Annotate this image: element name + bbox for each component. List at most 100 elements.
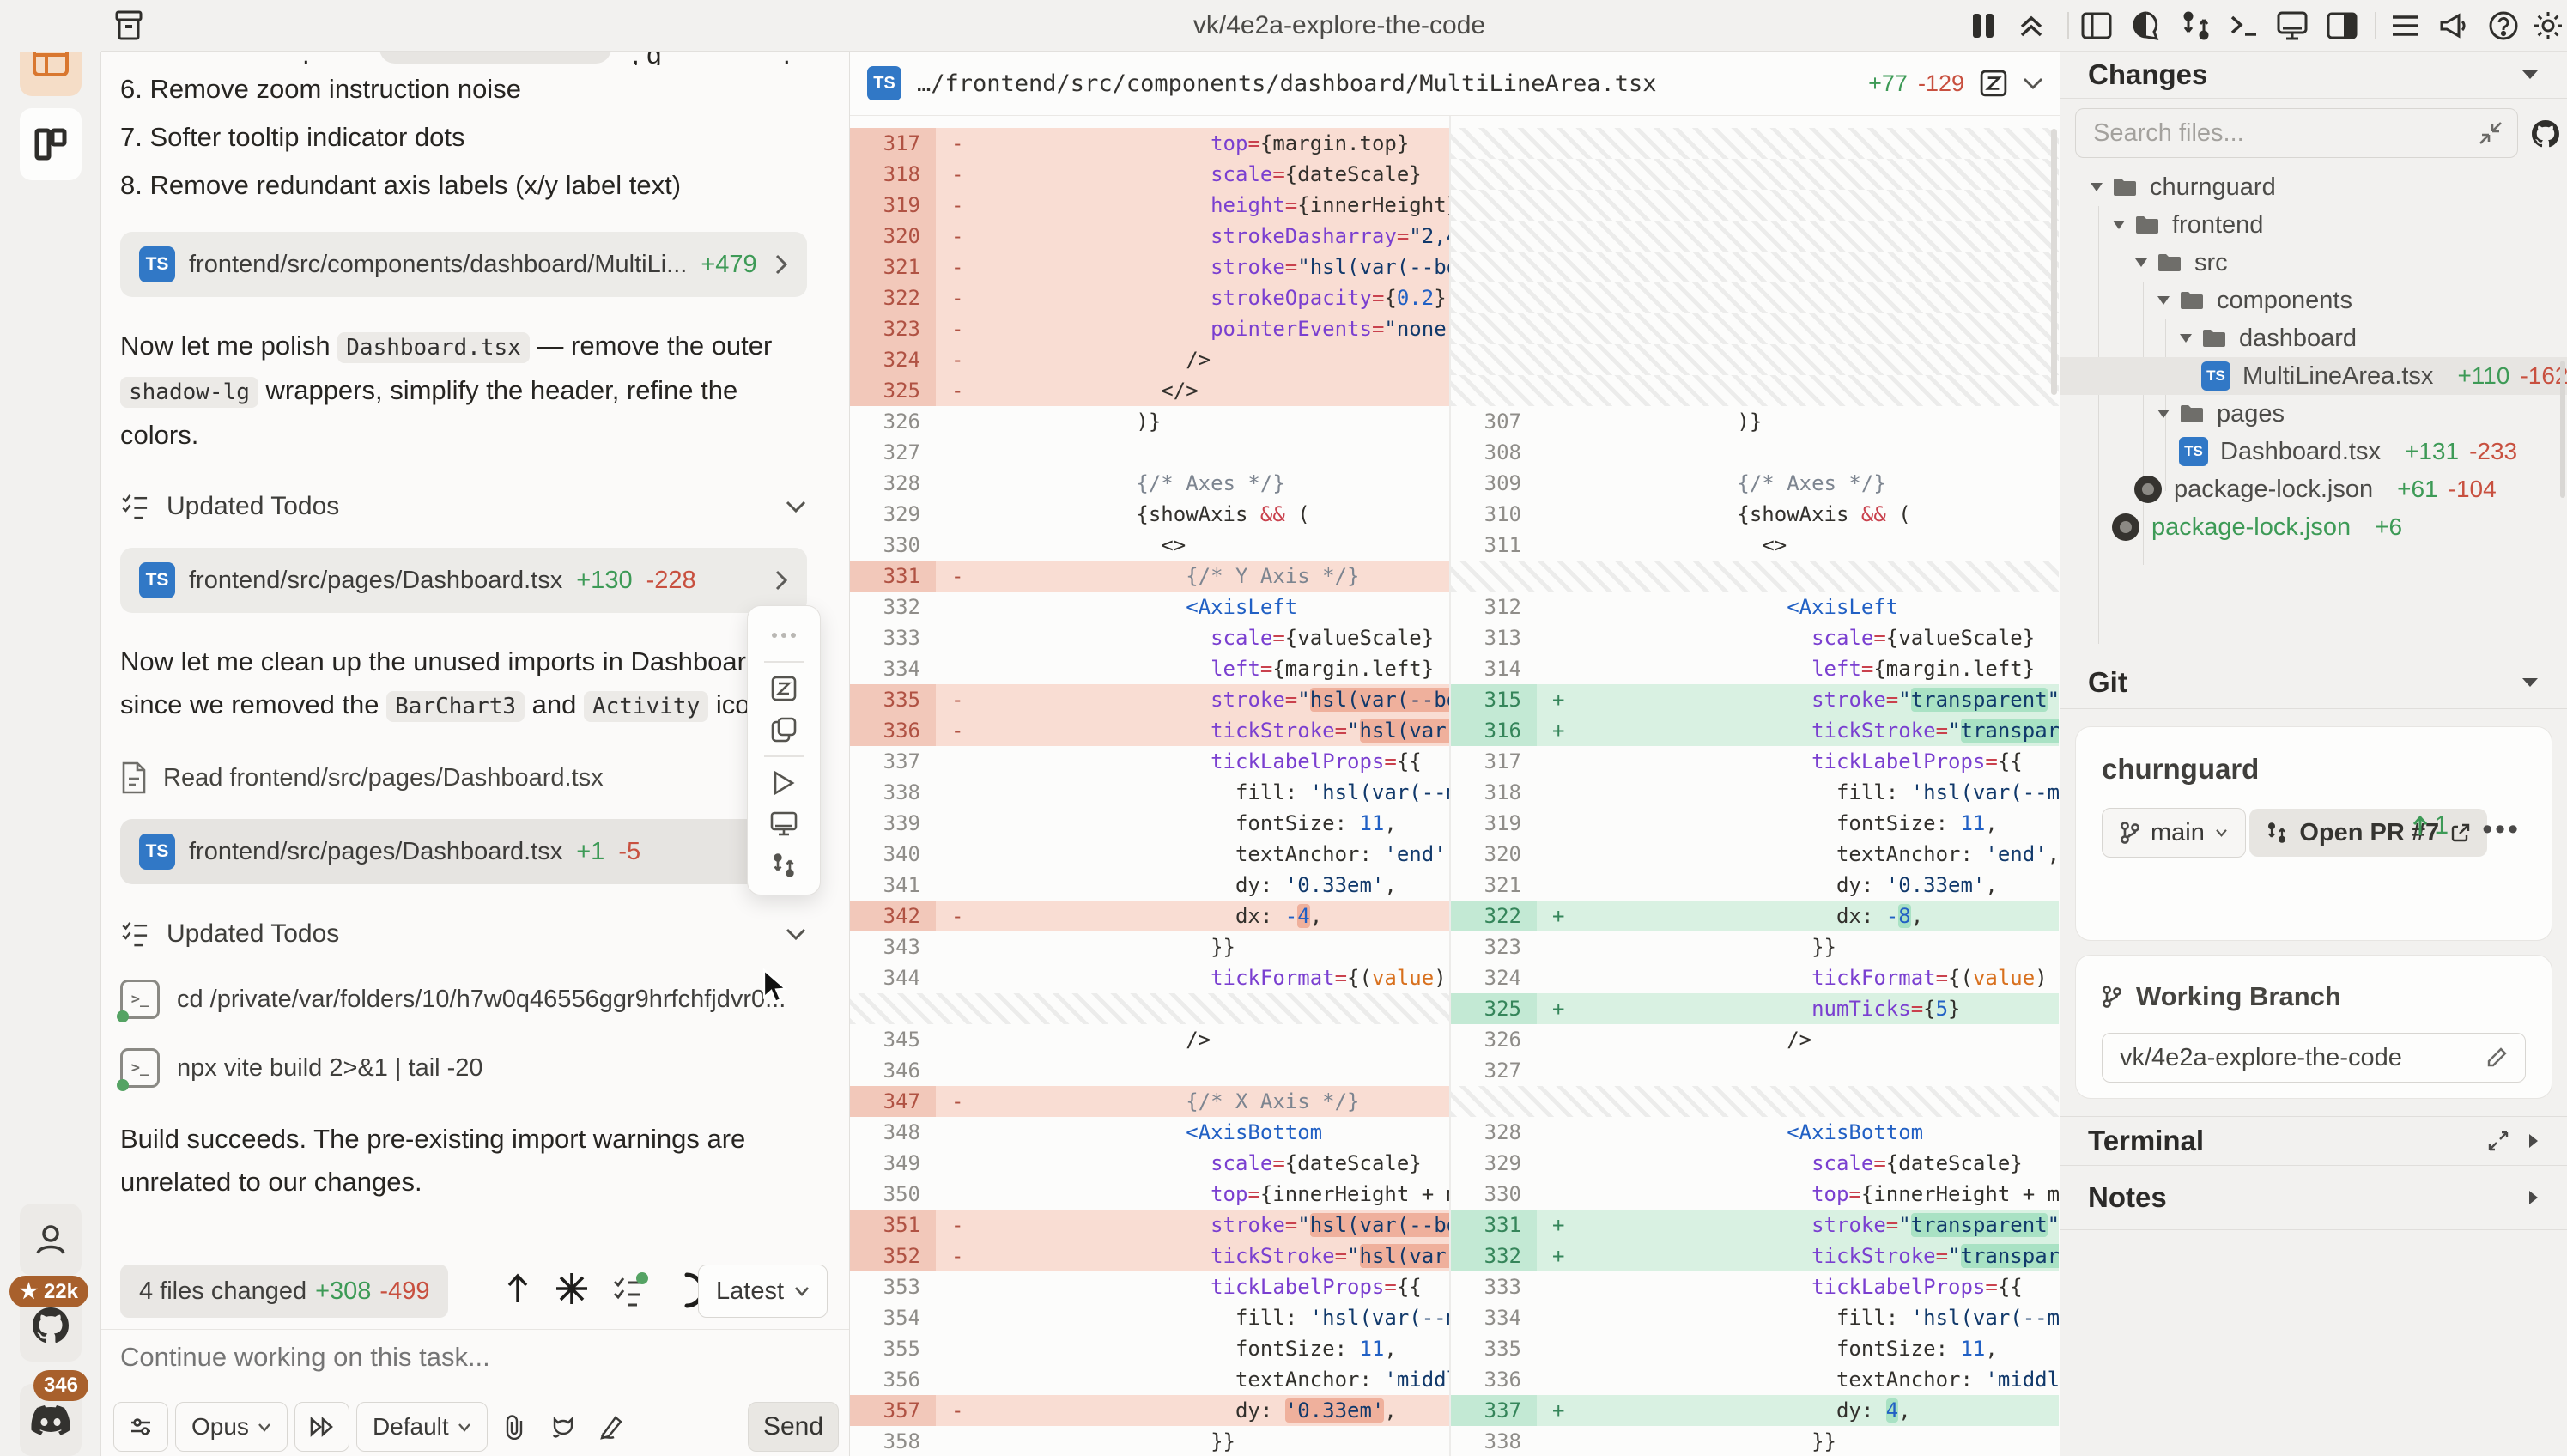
tree-folder-row[interactable]: pages (2060, 395, 2567, 433)
code-line: tickStroke="hsl(var(--border))" (987, 715, 1449, 746)
archive-icon[interactable] (110, 9, 148, 43)
todo-list-icon[interactable] (611, 1271, 649, 1309)
tree-folder-row[interactable]: churnguard (2060, 168, 2567, 206)
panel-scrollbar[interactable] (2560, 361, 2565, 498)
panel-left-icon[interactable] (2078, 9, 2115, 43)
more-options-icon[interactable] (747, 615, 821, 656)
tree-folder-row[interactable]: dashboard (2060, 319, 2567, 357)
file-change-chip[interactable]: TSfrontend/src/pages/Dashboard.tsx+130-2… (120, 548, 807, 613)
composer-settings-button[interactable] (113, 1402, 168, 1452)
tree-file-row[interactable]: package-lock.json+6 (2060, 508, 2567, 546)
git-compare-icon[interactable] (2177, 9, 2215, 43)
collapse-up-icon[interactable] (2012, 9, 2050, 43)
monitor-icon[interactable] (747, 804, 821, 845)
github-icon[interactable] (2529, 118, 2562, 150)
diff-sign (1537, 468, 1588, 499)
copy-icon[interactable] (747, 709, 821, 750)
package-lock-icon (2112, 513, 2139, 541)
tree-file-row[interactable]: package-lock.json+61-104 (2060, 470, 2567, 508)
fast-forward-button[interactable] (294, 1402, 349, 1452)
code-line: numTicks={5} (1588, 993, 2059, 1024)
branch-selector[interactable]: main (2102, 808, 2246, 858)
diff-sign: - (936, 252, 987, 282)
workspace-tab[interactable] (20, 108, 82, 180)
changes-section-header[interactable]: Changes (2060, 52, 2567, 98)
menu-icon[interactable] (2387, 9, 2424, 43)
collapse-tree-icon[interactable] (2478, 120, 2503, 146)
diff-row: 329 scale={dateScale} (1451, 1148, 2059, 1179)
monitor-icon[interactable] (2273, 9, 2311, 43)
updated-todos-row[interactable]: Updated Todos (120, 488, 807, 525)
git-compare-icon[interactable] (747, 845, 821, 886)
signature-pen-button[interactable] (591, 1402, 632, 1452)
files-changed-chip[interactable]: 4 files changed +308 -499 (120, 1265, 448, 1318)
model-dropdown[interactable]: Opus (175, 1402, 288, 1452)
message-input[interactable] (120, 1342, 807, 1373)
help-icon[interactable] (2485, 9, 2522, 43)
github-button[interactable]: ★ 22k (20, 1289, 82, 1362)
notes-section-header[interactable]: Notes (2060, 1166, 2567, 1229)
code-line: fill: 'hsl(var(--muted-foreground))', (987, 777, 1449, 808)
folder-name: dashboard (2239, 325, 2357, 353)
read-file-row[interactable]: Read frontend/src/pages/Dashboard.tsx (120, 759, 807, 797)
updated-todos-label: Updated Todos (167, 492, 339, 521)
diff-row: 356 textAnchor: 'middle', (850, 1364, 1449, 1395)
diff-sign (936, 653, 987, 684)
pause-icon[interactable] (1964, 9, 2002, 43)
line-number: 317 (1451, 746, 1537, 777)
file-change-chip[interactable]: TSfrontend/src/pages/Dashboard.tsx+1-5 (120, 819, 807, 884)
open-pr-button[interactable]: Open PR #7 (2249, 809, 2487, 857)
diff-sign: + (1537, 901, 1588, 931)
tree-file-row[interactable]: TSMultiLineArea.tsx+110-162 (2060, 357, 2567, 395)
terminal-command-row[interactable]: >_npx vite build 2>&1 | tail -20 (120, 1046, 807, 1090)
collapse-diff-icon[interactable] (2023, 77, 2043, 90)
scroll-up-icon[interactable] (505, 1271, 531, 1306)
terminal-icon[interactable] (2225, 9, 2263, 43)
diff-sign: - (936, 901, 987, 931)
code-block-icon[interactable] (747, 668, 821, 709)
file-name: package-lock.json (2174, 476, 2373, 504)
edit-pencil-icon[interactable] (2485, 1046, 2508, 1069)
mode-dropdown-label: Default (373, 1413, 449, 1441)
send-button[interactable]: Send (748, 1402, 839, 1452)
cat-button[interactable] (543, 1402, 584, 1452)
additions-count: +131 (2405, 438, 2459, 465)
account-button[interactable] (20, 1204, 82, 1276)
attach-file-button[interactable] (495, 1402, 536, 1452)
terminal-section-header[interactable]: Terminal (2060, 1117, 2567, 1165)
version-dropdown[interactable]: Latest (698, 1265, 828, 1318)
discord-button[interactable]: 346 (20, 1384, 82, 1456)
updated-todos-row[interactable]: Updated Todos (120, 915, 807, 953)
mode-dropdown[interactable]: Default (356, 1402, 488, 1452)
diff-row: 325+ numTicks={5} (1451, 993, 2059, 1024)
line-number: 354 (850, 1302, 936, 1333)
tree-folder-row[interactable]: src (2060, 244, 2567, 282)
file-name: Dashboard.tsx (2220, 438, 2381, 466)
tree-file-row[interactable]: TSDashboard.tsx+131-233 (2060, 433, 2567, 470)
chevron-right-icon (774, 569, 788, 592)
play-icon[interactable] (747, 762, 821, 804)
search-files-input[interactable] (2075, 108, 2518, 158)
chat-bubble-icon[interactable] (2127, 9, 2165, 43)
git-section-header[interactable]: Git (2060, 658, 2567, 707)
settings-gear-icon[interactable] (2529, 9, 2567, 43)
megaphone-icon[interactable] (2435, 9, 2473, 43)
commits-ahead[interactable]: 1 (2412, 811, 2449, 840)
tree-folder-row[interactable]: components (2060, 282, 2567, 319)
diff-scrollbar[interactable] (2051, 129, 2057, 395)
diff-row: 332+ tickStroke="transparent" (1451, 1241, 2059, 1271)
tree-folder-row[interactable]: frontend (2060, 206, 2567, 244)
line-number: 310 (1451, 499, 1537, 530)
diff-row: 330 top={innerHeight + margin.top} (1451, 1179, 2059, 1210)
panel-right-icon[interactable] (2323, 9, 2361, 43)
repo-menu-button[interactable]: ••• (2482, 813, 2521, 846)
working-branch-input[interactable]: vk/4e2a-explore-the-code (2102, 1033, 2526, 1083)
code-line (1588, 1055, 2059, 1086)
terminal-command-row[interactable]: >_cd /private/var/folders/10/h7w0q46556g… (120, 977, 807, 1022)
burst-icon[interactable] (555, 1271, 589, 1306)
repo-card: churnguard main 1 ••• Open PR #7 (2075, 726, 2552, 941)
code-line: height={innerHeight} (987, 190, 1449, 221)
mouse-cursor (760, 968, 794, 1006)
file-change-chip[interactable]: TSfrontend/src/components/dashboard/Mult… (120, 232, 807, 297)
code-block-icon[interactable] (1980, 70, 2007, 97)
